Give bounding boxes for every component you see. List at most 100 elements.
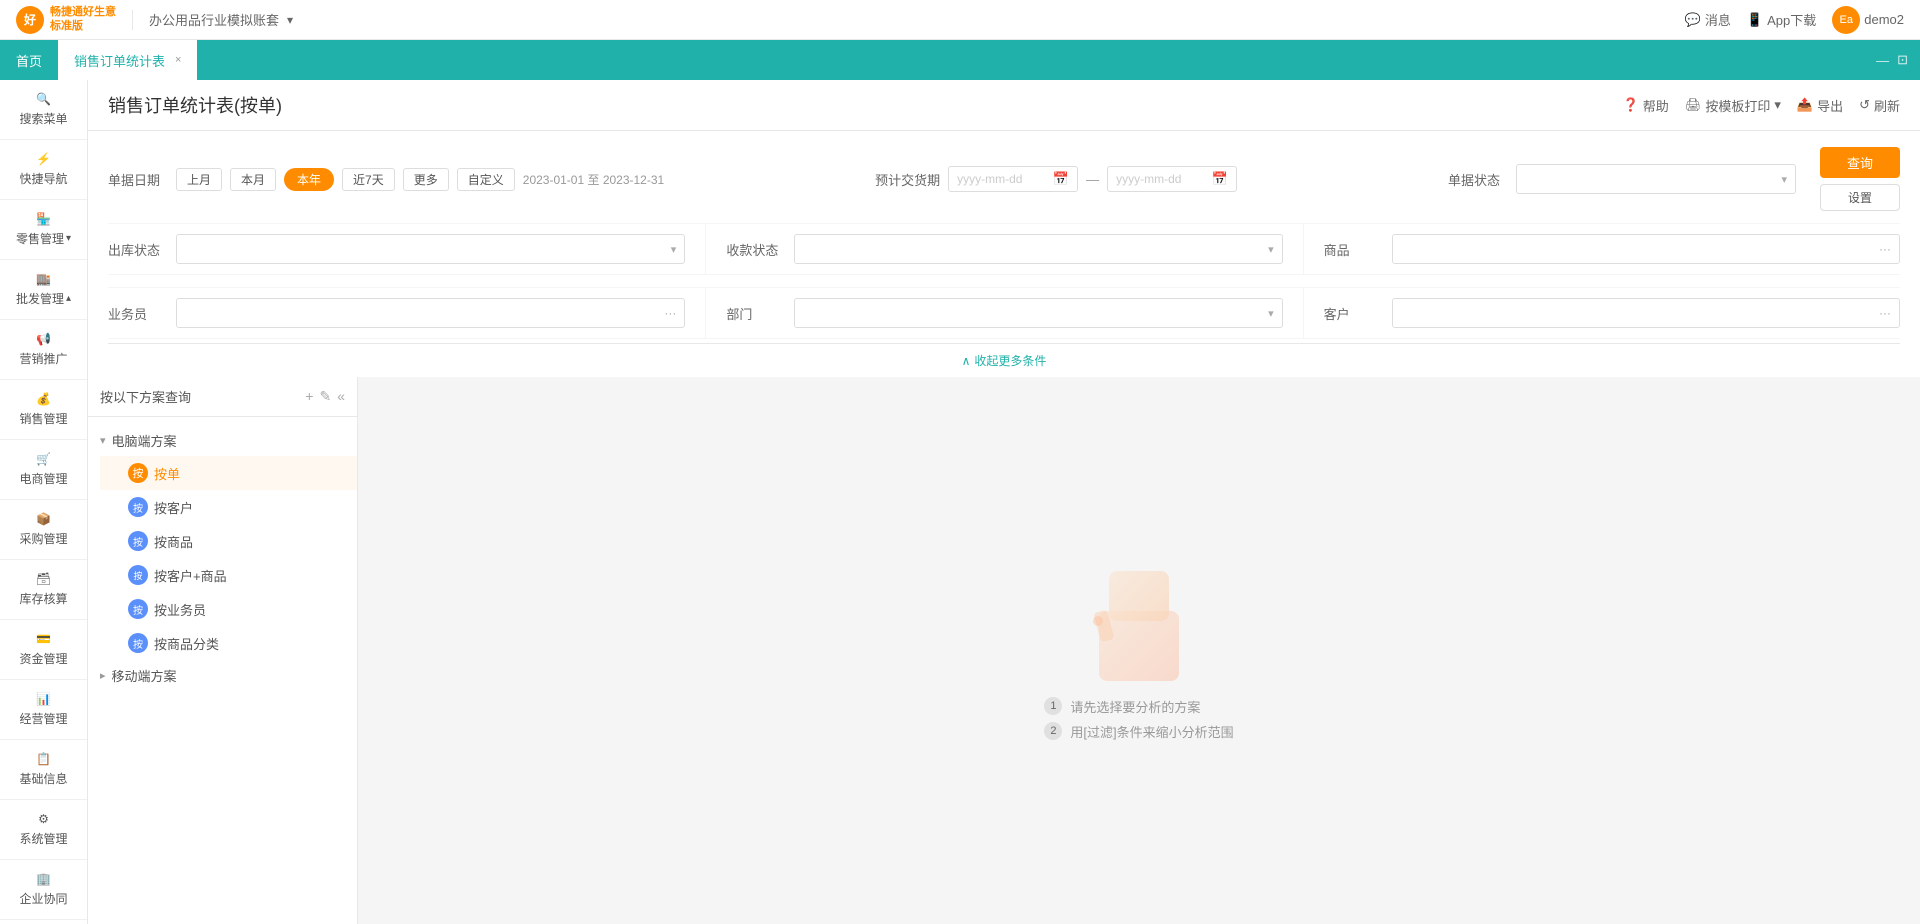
collapse-button[interactable]: ∧ 收起更多条件 [108,343,1900,377]
tab-home[interactable]: 首页 [0,40,58,80]
tab-sales-order-stat[interactable]: 销售订单统计表 × [58,40,197,80]
scheme-group-pc-header[interactable]: ▾ 电脑端方案 [88,425,357,456]
date-btn-thismonth[interactable]: 本月 [230,168,276,191]
scheme-item-by-order[interactable]: 按 按单 [100,456,357,490]
scheme-item-by-customer-goods[interactable]: 按 按客户+商品 [100,558,357,592]
scheme-group-mobile-header[interactable]: ▸ 移动端方案 [88,660,357,691]
refresh-button[interactable]: ↺ 刷新 [1859,96,1900,115]
date-btn-7days[interactable]: 近7天 [342,168,395,191]
status-select[interactable]: ▾ [1516,164,1796,194]
window-minimize-icon[interactable]: — [1876,53,1889,68]
sidebar-item-wholesale[interactable]: 🏬 批发管理 ▴ [0,260,87,320]
scheme-item-by-salesperson[interactable]: 按 按业务员 [100,592,357,626]
sidebar-item-system[interactable]: ⚙ 系统管理 [0,800,87,860]
window-maximize-icon[interactable]: ⊡ [1897,52,1908,68]
sidebar-item-quicknav[interactable]: ⚡ 快捷导航 [0,140,87,200]
logo-icon: 好 [16,6,44,34]
refresh-icon: ↺ [1859,97,1870,113]
scheme-item-by-category[interactable]: 按 按商品分类 [100,626,357,660]
filter-row-3: 业务员 ··· 部门 ▾ 客户 ··· [108,288,1900,339]
sidebar-item-retail[interactable]: 🏪 零售管理 ▾ [0,200,87,260]
user-menu[interactable]: Ea demo2 [1832,6,1904,34]
filter-col-customer: 客户 ··· [1303,288,1900,339]
collect-status-select[interactable]: ▾ [794,234,1282,264]
scheme-item-by-goods[interactable]: 按 按商品 [100,524,357,558]
calendar-start-icon[interactable]: 📅 [1053,171,1069,187]
sidebar-item-search[interactable]: 🔍 搜索菜单 [0,80,87,140]
sidebar-item-basic[interactable]: 📋 基础信息 [0,740,87,800]
hint-num-2: 2 [1044,722,1062,740]
retail-icon: 🏪 [36,212,51,226]
date-btn-custom[interactable]: 自定义 [457,168,515,191]
sidebar-item-inventory[interactable]: 🗃 库存核算 [0,560,87,620]
date-btn-thisyear[interactable]: 本年 [284,168,334,191]
ship-status-chevron: ▾ [671,243,677,256]
wholesale-arrow-icon: ▴ [66,293,71,304]
sidebar-item-sales[interactable]: 💰 销售管理 [0,380,87,440]
scheme-group-pc: ▾ 电脑端方案 按 按单 按 按客户 [88,425,357,660]
hint-item-2: 2 用[过滤]条件来缩小分析范围 [1044,722,1233,741]
sidebar-item-newuser[interactable]: 👋 新手引导 [0,920,87,924]
scheme-icon-by-customer: 按 [128,497,148,517]
edit-scheme-icon[interactable]: ✎ [319,388,331,405]
top-bar: 好 畅捷通好生意 标准版 办公用品行业模拟账套 ▾ 💬 消息 📱 App下载 E… [0,0,1920,40]
sidebar-item-enterprise[interactable]: 🏢 企业协同 [0,860,87,920]
quicknav-icon: ⚡ [36,152,51,166]
finance-icon: 💳 [36,632,51,646]
avatar: Ea [1832,6,1860,34]
expected-date-start-input[interactable]: yyyy-mm-dd 📅 [948,166,1078,192]
app-title: 办公用品行业模拟账套 [149,10,279,29]
expected-date-end-input[interactable]: yyyy-mm-dd 📅 [1107,166,1237,192]
goods-dots-icon: ··· [1879,242,1891,256]
filter-row-2: 出库状态 ▾ 收款状态 ▾ 商品 ··· [108,224,1900,288]
customer-select[interactable]: ··· [1392,298,1900,328]
filter-col-goods: 商品 ··· [1303,224,1900,275]
purchase-icon: 📦 [36,512,51,526]
export-icon: 📤 [1797,97,1813,113]
collapse-panel-icon[interactable]: « [337,388,345,405]
logo-area: 好 畅捷通好生意 标准版 [16,6,116,34]
help-icon: ❓ [1623,97,1639,113]
empty-state-hints: 1 请先选择要分析的方案 2 用[过滤]条件来缩小分析范围 [1044,697,1233,741]
department-label: 部门 [726,304,786,323]
date-range-text: 2023-01-01 至 2023-12-31 [523,171,664,188]
date-btn-more[interactable]: 更多 [403,168,449,191]
filter-col-salesperson: 业务员 ··· [108,288,705,339]
tab-close-icon[interactable]: × [175,54,181,66]
app-title-dropdown[interactable]: ▾ [287,13,293,27]
scheme-icon-by-order: 按 [128,463,148,483]
sidebar-item-ecommerce[interactable]: 🛒 电商管理 [0,440,87,500]
sidebar-item-purchase[interactable]: 📦 采购管理 [0,500,87,560]
top-bar-right: 💬 消息 📱 App下载 Ea demo2 [1685,6,1904,34]
group-mobile-arrow-icon: ▸ [100,669,106,682]
add-scheme-icon[interactable]: + [305,388,313,405]
filter-row-date: 单据日期 上月 本月 本年 近7天 更多 自定义 2023-01-01 至 20… [108,147,1900,224]
sidebar-item-marketing[interactable]: 📢 营销推广 [0,320,87,380]
department-select[interactable]: ▾ [794,298,1282,328]
scheme-item-by-customer[interactable]: 按 按客户 [100,490,357,524]
sidebar-item-operation[interactable]: 📊 经营管理 [0,680,87,740]
logo-text: 畅捷通好生意 标准版 [50,6,116,32]
filter-col-collectstatus: 收款状态 ▾ [705,224,1302,275]
salesperson-select[interactable]: ··· [176,298,685,328]
help-button[interactable]: ❓ 帮助 [1623,96,1669,115]
inventory-icon: 🗃 [36,572,51,586]
export-button[interactable]: 📤 导出 [1797,96,1843,115]
calendar-end-icon[interactable]: 📅 [1212,171,1228,187]
message-icon: 💬 [1685,12,1701,28]
sidebar-item-finance[interactable]: 💳 资金管理 [0,620,87,680]
app-download-button[interactable]: 📱 App下载 [1747,10,1816,29]
status-filter-label: 单据状态 [1448,170,1508,189]
filter-area: 单据日期 上月 本月 本年 近7天 更多 自定义 2023-01-01 至 20… [88,131,1920,377]
settings-button[interactable]: 设置 [1820,184,1900,211]
goods-select[interactable]: ··· [1392,234,1900,264]
message-button[interactable]: 💬 消息 [1685,10,1731,29]
date-btn-lastmonth[interactable]: 上月 [176,168,222,191]
query-button[interactable]: 查询 [1820,147,1900,178]
print-button[interactable]: 🖨 按模板打印 ▾ [1685,96,1781,115]
ship-status-select[interactable]: ▾ [176,234,685,264]
left-panel-icons: + ✎ « [305,388,345,405]
collect-status-chevron: ▾ [1268,243,1274,256]
filter-col-shipstatus: 出库状态 ▾ [108,224,705,275]
marketing-icon: 📢 [36,332,51,346]
